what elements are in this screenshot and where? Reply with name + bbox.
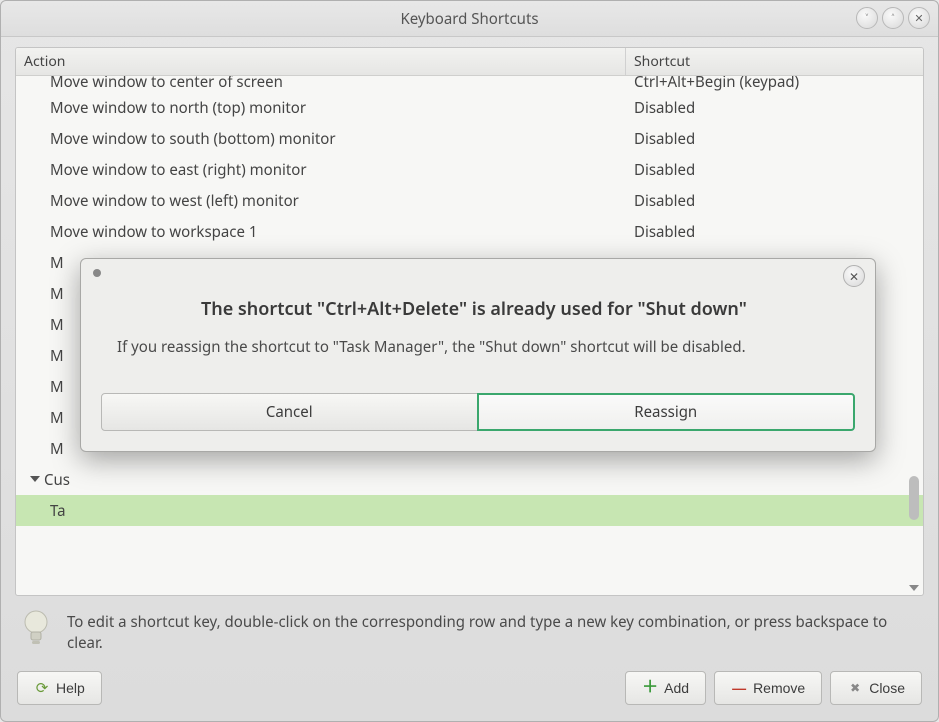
cancel-button[interactable]: Cancel [101, 393, 478, 431]
cancel-label: Cancel [266, 402, 313, 422]
scrollbar-thumb[interactable] [909, 476, 919, 520]
category-row[interactable]: Cus [16, 464, 923, 495]
cell-shortcut: Disabled [626, 98, 923, 118]
dialog-buttons: Cancel Reassign [81, 393, 875, 451]
lightbulb-icon [19, 608, 53, 652]
reassign-dialog: ✕ The shortcut "Ctrl+Alt+Delete" is alre… [80, 258, 876, 452]
dialog-close-button[interactable]: ✕ [843, 265, 865, 287]
cell-action: Cus [16, 470, 626, 490]
spacer [110, 671, 617, 705]
titlebar-buttons: ˅ ˄ ✕ [856, 7, 930, 29]
add-label: Add [664, 680, 689, 696]
table-row[interactable]: Move window to center of screen Ctrl+Alt… [16, 76, 923, 92]
cell-action: Move window to center of screen [16, 76, 626, 92]
table-row[interactable]: Move window to east (right) monitor Disa… [16, 154, 923, 185]
scroll-down-icon[interactable] [909, 585, 919, 591]
column-header-action[interactable]: Action [16, 48, 626, 75]
hint-text: To edit a shortcut key, double-click on … [67, 608, 916, 656]
maximize-button[interactable]: ˄ [882, 7, 904, 29]
table-row[interactable]: Move window to workspace 1 Disabled [16, 216, 923, 247]
minus-icon [731, 680, 747, 696]
column-header-shortcut[interactable]: Shortcut [626, 48, 923, 75]
chevron-down-icon[interactable] [30, 476, 40, 486]
titlebar: Keyboard Shortcuts ˅ ˄ ✕ [1, 1, 938, 37]
cell-action: Move window to south (bottom) monitor [16, 129, 626, 149]
category-label: Cus [44, 470, 70, 490]
cell-action: Move window to north (top) monitor [16, 98, 626, 118]
reassign-button[interactable]: Reassign [477, 393, 856, 431]
cell-action: Move window to east (right) monitor [16, 160, 626, 180]
cell-shortcut: Ctrl+Alt+Begin (keypad) [626, 76, 923, 92]
add-button[interactable]: Add [625, 671, 706, 705]
help-icon [34, 680, 50, 696]
table-row[interactable]: Move window to west (left) monitor Disab… [16, 185, 923, 216]
treeview-header: Action Shortcut [16, 48, 923, 76]
table-row-selected[interactable]: Ta [16, 495, 923, 526]
cell-action: Ta [16, 501, 626, 521]
close-icon [847, 680, 863, 696]
close-button[interactable]: Close [830, 671, 922, 705]
minimize-button[interactable]: ˅ [856, 7, 878, 29]
scrollbar[interactable] [907, 106, 921, 593]
cell-shortcut: Disabled [626, 191, 923, 211]
dialog-header: ✕ [81, 259, 875, 287]
dialog-body: The shortcut "Ctrl+Alt+Delete" is alread… [81, 287, 875, 393]
dialog-title: The shortcut "Ctrl+Alt+Delete" is alread… [201, 297, 839, 322]
button-row: Help Add Remove Close [15, 667, 924, 711]
cell-action: Move window to workspace 1 [16, 222, 626, 242]
dialog-message: If you reassign the shortcut to "Task Ma… [33, 336, 839, 359]
cell-shortcut: Disabled [626, 222, 923, 242]
close-label: Close [869, 680, 905, 696]
remove-label: Remove [753, 680, 805, 696]
dialog-indicator-icon [93, 269, 101, 277]
table-row[interactable]: Move window to north (top) monitor Disab… [16, 92, 923, 123]
window-title: Keyboard Shortcuts [400, 9, 538, 29]
table-row[interactable]: Move window to south (bottom) monitor Di… [16, 123, 923, 154]
cell-action: Move window to west (left) monitor [16, 191, 626, 211]
plus-icon [642, 680, 658, 696]
remove-button[interactable]: Remove [714, 671, 822, 705]
reassign-label: Reassign [634, 402, 697, 422]
hint-row: To edit a shortcut key, double-click on … [15, 604, 924, 660]
window-close-button[interactable]: ✕ [908, 7, 930, 29]
help-button[interactable]: Help [17, 671, 102, 705]
cell-shortcut: Disabled [626, 129, 923, 149]
help-label: Help [56, 680, 85, 696]
scrollbar-track[interactable] [909, 106, 919, 582]
cell-shortcut: Disabled [626, 160, 923, 180]
